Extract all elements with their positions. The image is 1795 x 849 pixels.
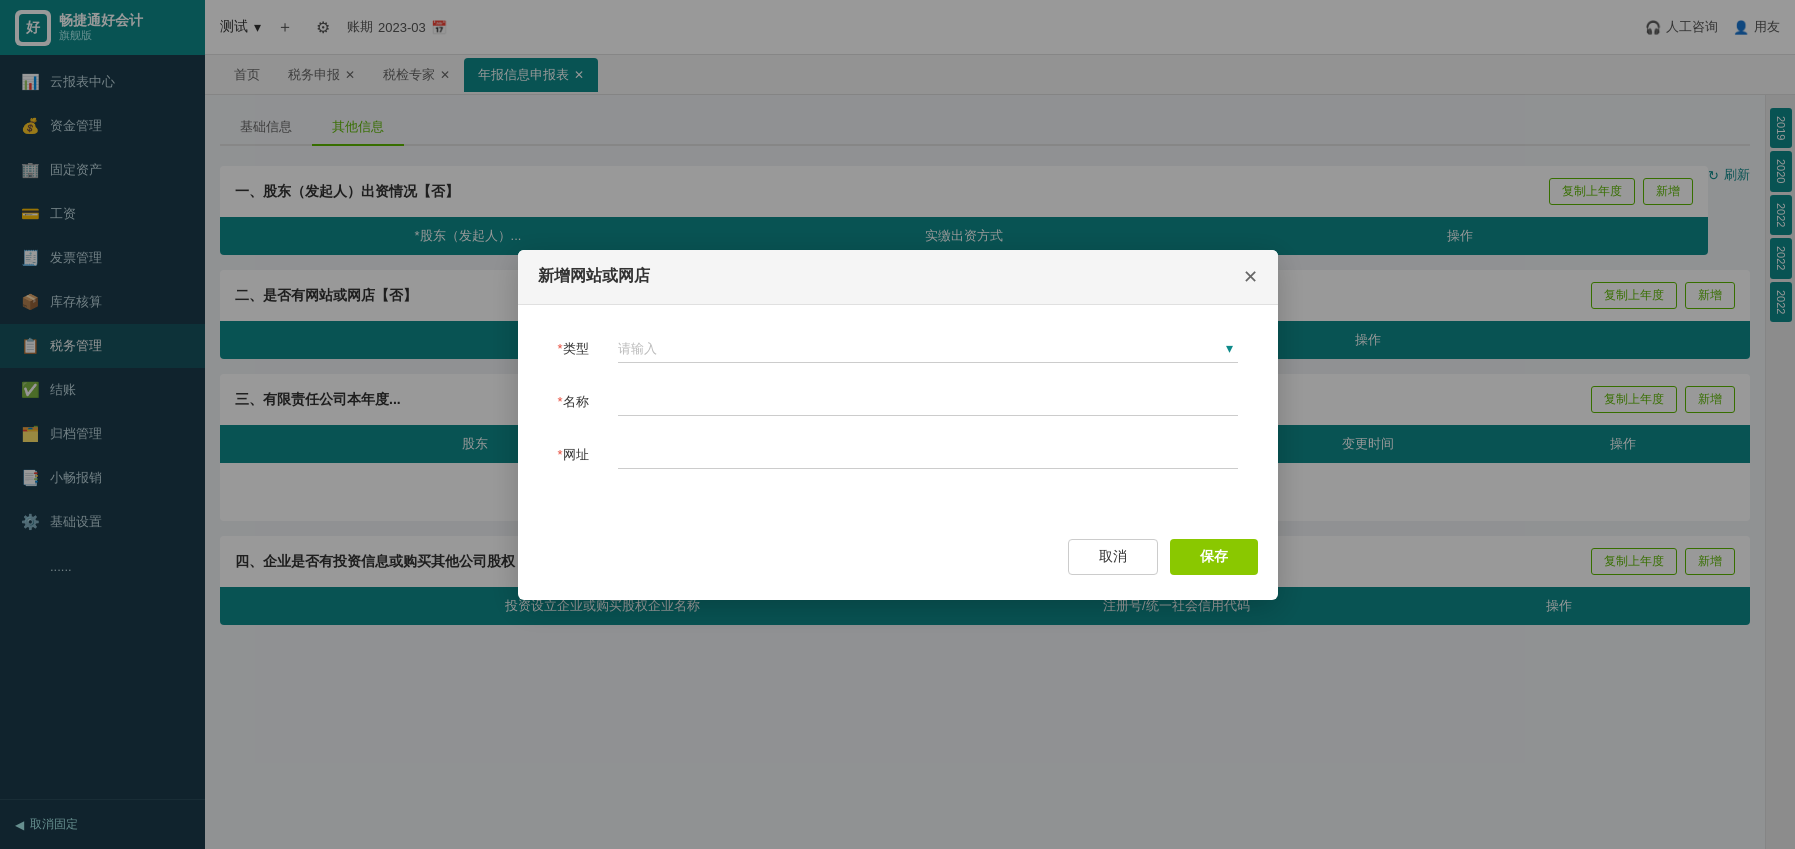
cancel-button[interactable]: 取消 [1068,539,1158,575]
form-input-url[interactable] [618,441,1238,468]
form-label-type: *类型 [558,340,618,358]
form-row-type: *类型 ▾ [558,335,1238,363]
dialog-form: *类型 ▾ *名称 *网址 [558,335,1238,469]
dialog-header: 新增网站或网店 ✕ [518,250,1278,305]
dialog-title: 新增网站或网店 [538,266,650,287]
save-button[interactable]: 保存 [1170,539,1258,575]
form-label-url: *网址 [558,446,618,464]
dialog-close-button[interactable]: ✕ [1243,266,1258,288]
form-input-type[interactable] [618,335,1238,362]
modal-overlay: 新增网站或网店 ✕ *类型 ▾ *名称 *网址 取消 [0,0,1795,849]
dialog-add-website: 新增网站或网店 ✕ *类型 ▾ *名称 *网址 取消 [518,250,1278,600]
form-input-wrap-type: ▾ [618,335,1238,363]
form-row-url: *网址 [558,441,1238,469]
form-row-name: *名称 [558,388,1238,416]
dialog-footer: 取消 保存 [518,524,1278,600]
dialog-body: *类型 ▾ *名称 *网址 [518,305,1278,524]
form-input-wrap-name [618,388,1238,416]
form-input-wrap-url [618,441,1238,469]
form-label-name: *名称 [558,393,618,411]
form-input-name[interactable] [618,388,1238,415]
